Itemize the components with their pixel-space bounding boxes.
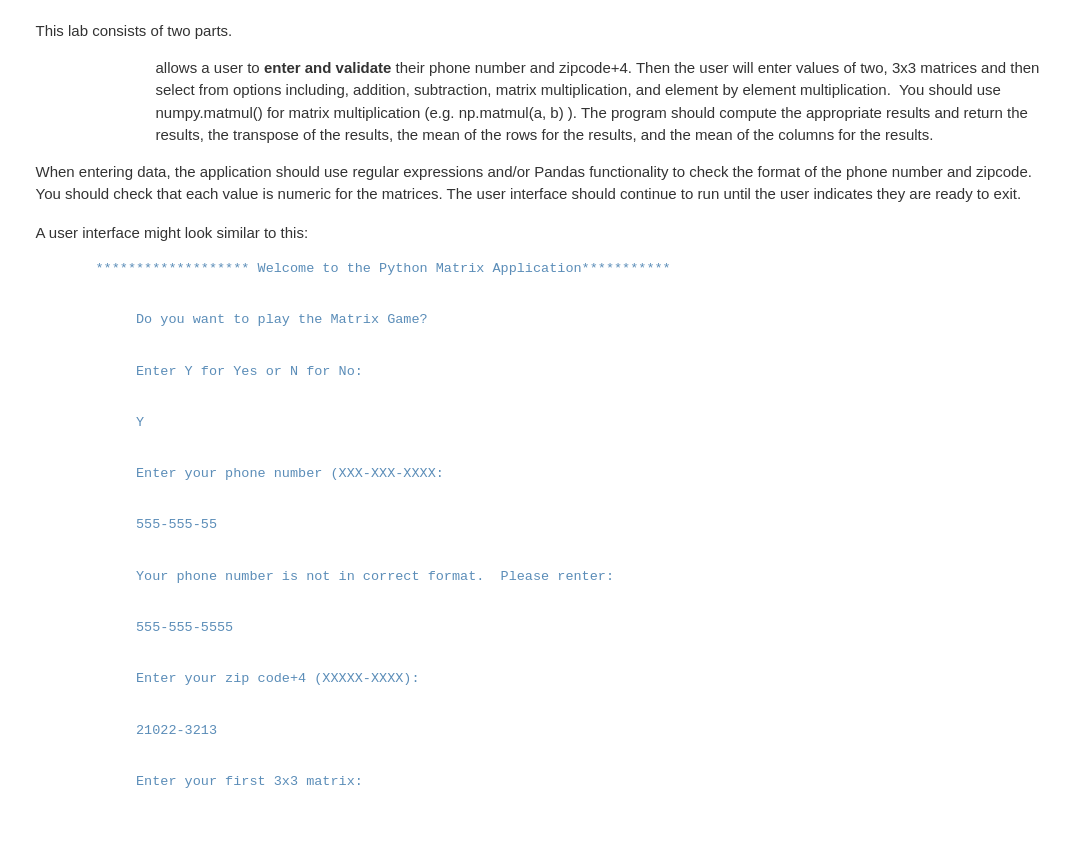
code-line-blank-9 [96,692,1056,718]
code-line-blank-8 [96,641,1056,667]
code-line-blank-1 [96,282,1056,308]
code-line-7: Your phone number is not in correct form… [96,564,1056,590]
code-line-3: Enter Y for Yes or N for No: [96,359,1056,385]
code-line-blank-4 [96,435,1056,461]
code-line-blank-10 [96,743,1056,769]
code-line-4: Y [96,410,1056,436]
code-line-blank-2 [96,333,1056,359]
code-line-11: Enter your first 3x3 matrix: [96,769,1056,795]
code-line-2: Do you want to play the Matrix Game? [96,307,1056,333]
indented-block: allows a user to enter and validate thei… [156,57,1056,147]
code-line-10: 21022-3213 [96,718,1056,744]
code-line-8: 555-555-5555 [96,615,1056,641]
code-line-6: 555-555-55 [96,512,1056,538]
code-line-blank-7 [96,589,1056,615]
paragraph2: When entering data, the application shou… [36,161,1056,206]
code-line-5: Enter your phone number (XXX-XXX-XXXX: [96,461,1056,487]
code-line-blank-6 [96,538,1056,564]
intro-text: This lab consists of two parts. [36,20,1056,43]
code-line-9: Enter your zip code+4 (XXXXX-XXXX): [96,666,1056,692]
code-line-1: ******************* Welcome to the Pytho… [96,256,1056,282]
section-label: A user interface might look similar to t… [36,222,1056,245]
indented-paragraph: allows a user to enter and validate thei… [156,57,1056,147]
page-container: This lab consists of two parts. allows a… [36,20,1056,794]
code-line-blank-5 [96,487,1056,513]
code-block: ******************* Welcome to the Pytho… [96,256,1056,794]
code-line-blank-3 [96,384,1056,410]
